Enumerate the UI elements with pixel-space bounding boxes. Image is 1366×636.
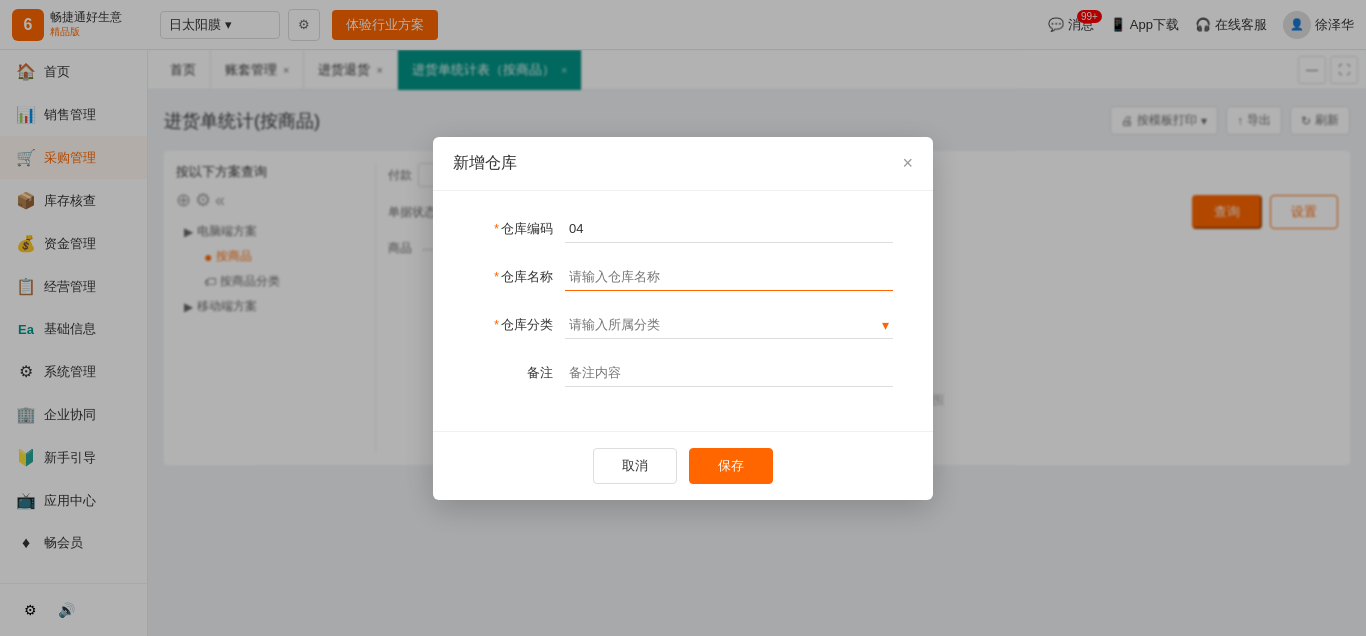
new-warehouse-dialog: 新增仓库 × 仓库编码 仓库名称 仓库分类 ▾: [433, 137, 933, 500]
name-label: 仓库名称: [473, 268, 553, 286]
category-dropdown-icon: ▾: [882, 317, 889, 333]
save-button[interactable]: 保存: [689, 448, 773, 484]
category-input[interactable]: [565, 311, 893, 339]
note-input[interactable]: [565, 359, 893, 387]
form-row-note: 备注: [473, 359, 893, 387]
cancel-button[interactable]: 取消: [593, 448, 677, 484]
form-row-name: 仓库名称: [473, 263, 893, 291]
code-label: 仓库编码: [473, 220, 553, 238]
name-input[interactable]: [565, 263, 893, 291]
code-input[interactable]: [565, 215, 893, 243]
dialog-overlay: 新增仓库 × 仓库编码 仓库名称 仓库分类 ▾: [0, 0, 1366, 636]
dialog-body: 仓库编码 仓库名称 仓库分类 ▾ 备注: [433, 191, 933, 431]
form-row-category: 仓库分类 ▾: [473, 311, 893, 339]
dialog-footer: 取消 保存: [433, 431, 933, 500]
note-label: 备注: [473, 364, 553, 382]
dialog-close-button[interactable]: ×: [902, 154, 913, 172]
form-row-code: 仓库编码: [473, 215, 893, 243]
category-label: 仓库分类: [473, 316, 553, 334]
dialog-title: 新增仓库: [453, 153, 517, 174]
dialog-header: 新增仓库 ×: [433, 137, 933, 191]
category-select-wrapper: ▾: [565, 311, 893, 339]
